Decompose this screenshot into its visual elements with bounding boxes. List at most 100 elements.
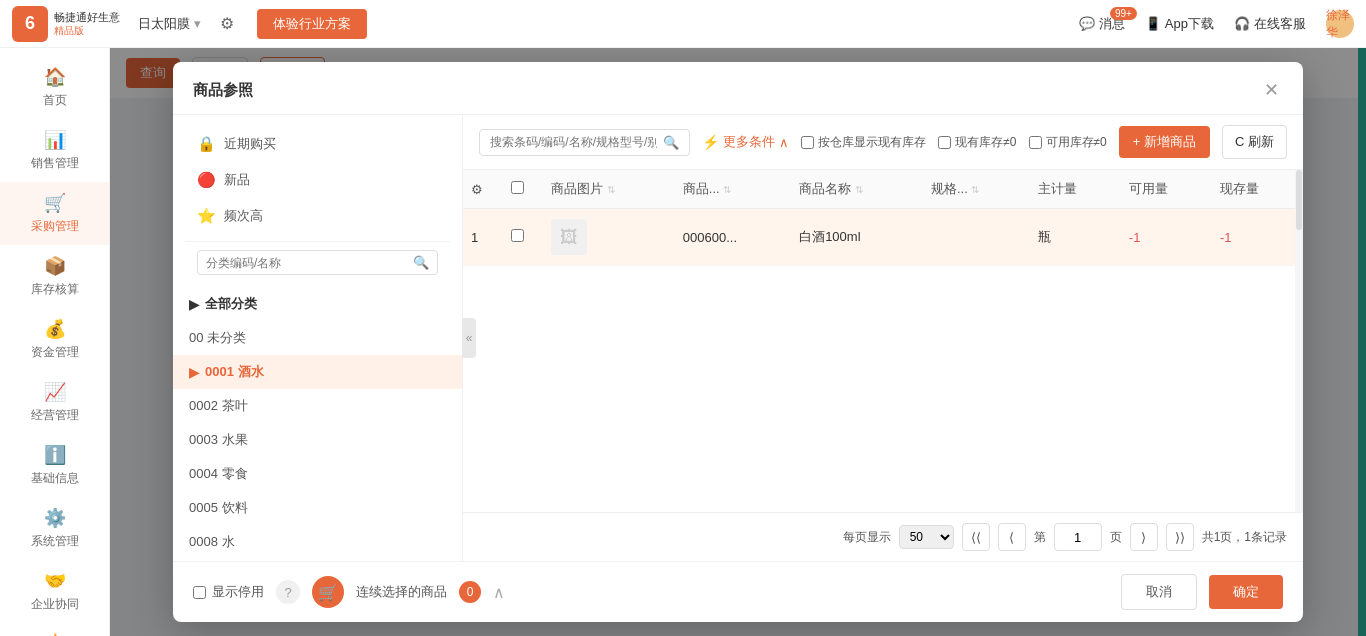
tree-item-tea[interactable]: 0002 茶叶 — [173, 389, 462, 423]
add-product-button[interactable]: + 新增商品 — [1119, 126, 1210, 158]
page-number-input[interactable] — [1054, 523, 1102, 551]
prev-page-btn[interactable]: ⟨ — [998, 523, 1026, 551]
td-spec — [923, 209, 1030, 266]
sidebar-item-sales[interactable]: 📊 销售管理 — [0, 119, 109, 182]
confirm-button[interactable]: 确定 — [1209, 575, 1283, 609]
lock-circle-icon: 🔒 — [197, 135, 216, 153]
tree-item-all[interactable]: ▶ 全部分类 — [173, 287, 462, 321]
modal-body: 🔒 近期购买 🔴 新品 ⭐ 频次高 — [173, 115, 1303, 561]
triangle-icon: ▶ — [189, 297, 199, 312]
show-disabled-checkbox[interactable] — [193, 586, 206, 599]
available-stock-checkbox[interactable] — [1029, 136, 1042, 149]
tree-item-fruit[interactable]: 0003 水果 — [173, 423, 462, 457]
quick-filter-area: 🔒 近期购买 🔴 新品 ⭐ 频次高 — [173, 115, 462, 283]
page-label: 第 — [1034, 529, 1046, 546]
operations-icon: 📈 — [44, 381, 66, 403]
help-icon[interactable]: ? — [276, 580, 300, 604]
message-nav-item[interactable]: 💬 消息 99+ — [1079, 15, 1125, 33]
modal-header: 商品参照 ✕ — [173, 62, 1303, 115]
sort-icon: ⇅ — [971, 184, 979, 195]
show-disabled-check[interactable]: 显示停用 — [193, 583, 264, 601]
th-image: 商品图片 ⇅ — [543, 170, 675, 209]
phone-icon: 📱 — [1145, 16, 1161, 31]
sidebar-item-home[interactable]: 🏠 首页 — [0, 56, 109, 119]
cart-icon[interactable]: 🛒 — [312, 576, 344, 608]
high-freq-filter[interactable]: ⭐ 频次高 — [185, 199, 450, 233]
left-panel: 🔒 近期购买 🔴 新品 ⭐ 频次高 — [173, 115, 463, 561]
more-filters-btn[interactable]: ⚡ 更多条件 ∧ — [702, 133, 789, 151]
modal-footer: 显示停用 ? 🛒 连续选择的商品 0 ∧ 取消 确定 — [173, 561, 1303, 622]
sidebar-item-purchase[interactable]: 🛒 采购管理 — [0, 182, 109, 245]
tree-item-liquor[interactable]: ▶ 0001 酒水 — [173, 355, 462, 389]
td-unit: 瓶 — [1030, 209, 1121, 266]
row-checkbox[interactable] — [511, 229, 524, 242]
funnel-icon: ⚡ — [702, 134, 719, 150]
product-image: 🖼 — [551, 219, 587, 255]
sidebar-item-system[interactable]: ⚙️ 系统管理 — [0, 497, 109, 560]
try-industry-button[interactable]: 体验行业方案 — [257, 9, 367, 39]
close-icon[interactable]: ✕ — [1259, 78, 1283, 102]
cancel-button[interactable]: 取消 — [1121, 574, 1197, 610]
th-settings[interactable]: ⚙ — [463, 170, 503, 209]
warehouse-stock-checkbox[interactable] — [801, 136, 814, 149]
sort-icon: ⇅ — [855, 184, 863, 195]
logo-icon: 6 — [12, 6, 48, 42]
search-icon[interactable]: 🔍 — [413, 255, 429, 270]
product-search-input[interactable] — [490, 135, 657, 149]
last-page-btn[interactable]: ⟩⟩ — [1166, 523, 1194, 551]
triangle-selected-icon: ▶ — [189, 365, 199, 380]
per-page-select[interactable]: 50 100 200 — [899, 525, 954, 549]
sales-icon: 📊 — [44, 129, 66, 151]
search-submit-icon[interactable]: 🔍 — [663, 135, 679, 150]
system-icon: ⚙️ — [44, 507, 66, 529]
message-icon: 💬 — [1079, 16, 1095, 31]
td-code: 000600... — [675, 209, 791, 266]
sidebar-item-basic-info[interactable]: ℹ️ 基础信息 — [0, 434, 109, 497]
service-nav-item[interactable]: 🎧 在线客服 — [1234, 15, 1306, 33]
table-row[interactable]: 1 🖼 — [463, 209, 1303, 266]
star-icon: ⭐ — [197, 207, 216, 225]
td-checkbox[interactable] — [503, 209, 543, 266]
sidebar-item-collab[interactable]: 🤝 企业协同 — [0, 560, 109, 623]
tree-item-snack[interactable]: 0004 零食 — [173, 457, 462, 491]
collapse-panel-btn[interactable]: « — [462, 318, 476, 358]
purchase-icon: 🛒 — [44, 192, 66, 214]
sidebar-item-guide[interactable]: 🔆 新手引导 — [0, 623, 109, 636]
recent-buy-filter[interactable]: 🔒 近期购买 — [185, 127, 450, 161]
product-table-area: ⚙ 商品图片 ⇅ — [463, 170, 1303, 512]
th-name: 商品名称 ⇅ — [791, 170, 923, 209]
app-download-nav-item[interactable]: 📱 App下载 — [1145, 15, 1214, 33]
warehouse-stock-check[interactable]: 按仓库显示现有库存 — [801, 134, 926, 151]
new-product-filter[interactable]: 🔴 新品 — [185, 163, 450, 197]
avatar[interactable]: 徐泽华 — [1326, 10, 1354, 38]
current-stock-checkbox[interactable] — [938, 136, 951, 149]
th-unit: 主计量 — [1030, 170, 1121, 209]
tree-item-drinks[interactable]: 0005 饮料 — [173, 491, 462, 525]
td-no: 1 — [463, 209, 503, 266]
settings-icon[interactable]: ⚙ — [213, 10, 241, 38]
sidebar-item-inventory[interactable]: 📦 库存核算 — [0, 245, 109, 308]
select-all-checkbox[interactable] — [511, 181, 524, 194]
store-selector[interactable]: 日太阳膜 ▾ — [138, 15, 201, 33]
image-icon: 🖼 — [560, 227, 578, 248]
collab-icon: 🤝 — [44, 570, 66, 592]
available-stock-check[interactable]: 可用库存≠0 — [1029, 134, 1107, 151]
top-nav: 6 畅捷通好生意 精品版 日太阳膜 ▾ ⚙ 体验行业方案 💬 消息 99+ 📱 … — [0, 0, 1366, 48]
tree-item-unclassified[interactable]: 00 未分类 — [173, 321, 462, 355]
category-search-input[interactable] — [206, 256, 413, 270]
next-page-btn[interactable]: ⟩ — [1130, 523, 1158, 551]
tree-item-water[interactable]: 0008 水 — [173, 525, 462, 559]
sidebar-item-operations[interactable]: 📈 经营管理 — [0, 371, 109, 434]
right-panel: 🔍 ⚡ 更多条件 ∧ 按仓库显示现有库存 — [463, 115, 1303, 561]
current-stock-check[interactable]: 现有库存≠0 — [938, 134, 1016, 151]
filter-bar: 🔍 ⚡ 更多条件 ∧ 按仓库显示现有库存 — [463, 115, 1303, 170]
table-scrollbar[interactable] — [1295, 170, 1303, 512]
expand-icon[interactable]: ∧ — [493, 583, 505, 602]
finance-icon: 💰 — [44, 318, 66, 340]
sidebar-item-finance[interactable]: 💰 资金管理 — [0, 308, 109, 371]
first-page-btn[interactable]: ⟨⟨ — [962, 523, 990, 551]
scrollbar-thumb — [1296, 170, 1302, 230]
refresh-button[interactable]: C 刷新 — [1222, 125, 1287, 159]
pagination-bar: 每页显示 50 100 200 ⟨⟨ ⟨ 第 页 ⟩ — [463, 512, 1303, 561]
tree-item-electronics[interactable]: 0010 家电 — [173, 559, 462, 561]
